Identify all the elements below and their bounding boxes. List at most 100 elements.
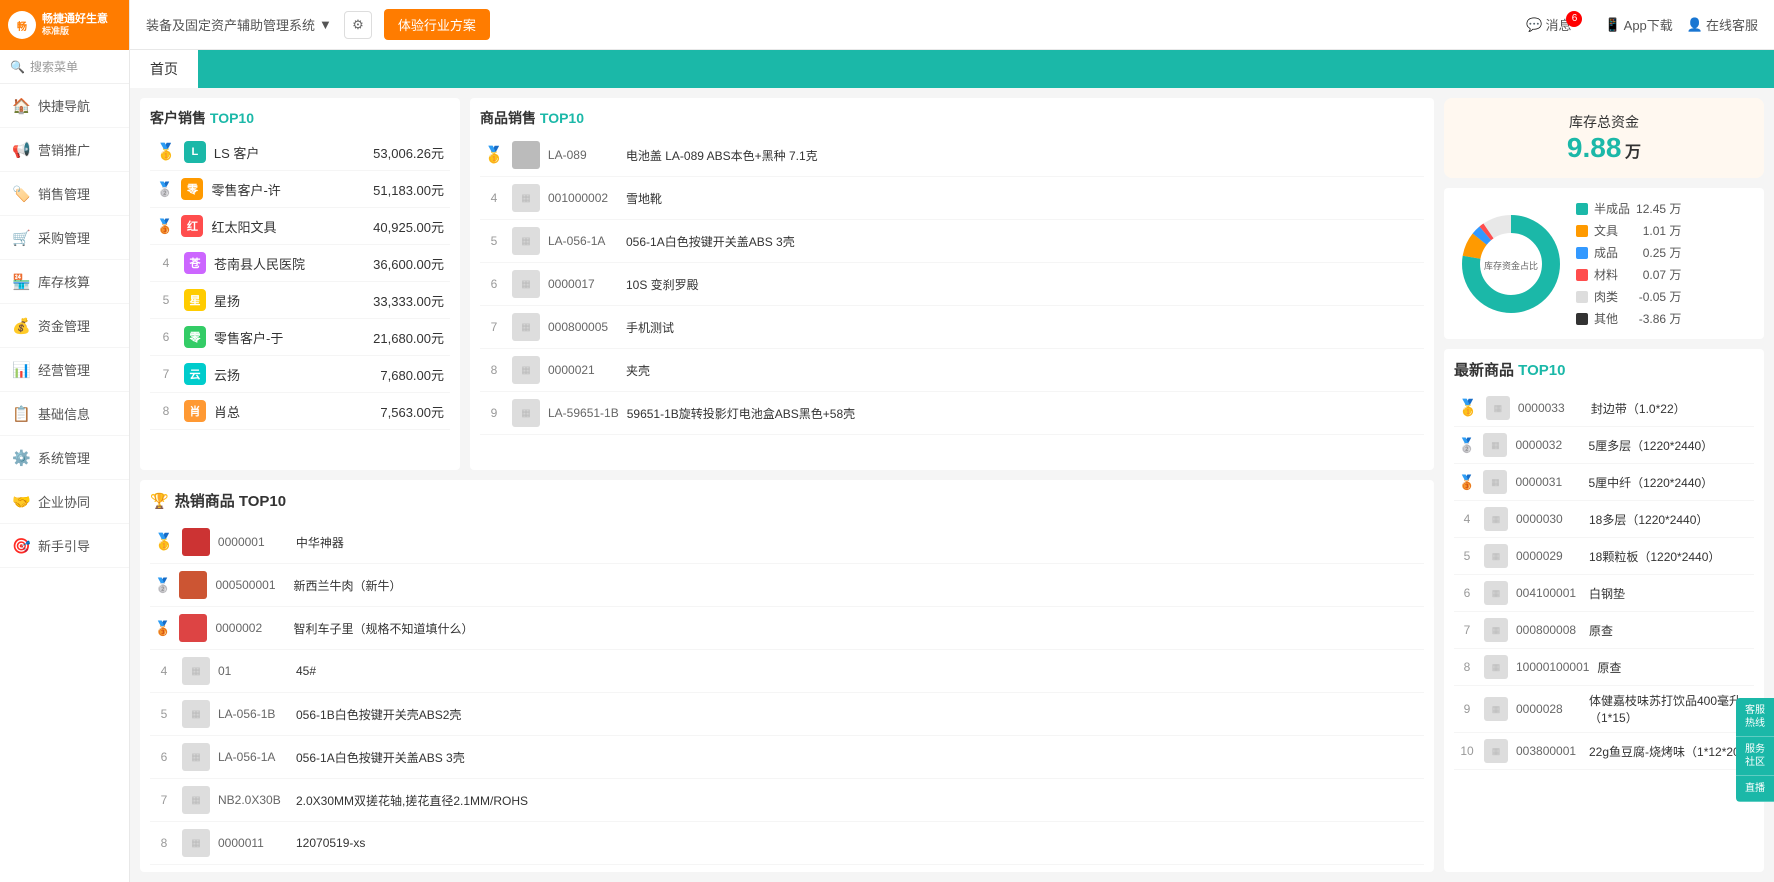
new-product-img-4: ▦ bbox=[1484, 507, 1508, 531]
rank-num: 4 bbox=[484, 191, 504, 205]
new-product-code-10: 003800001 bbox=[1516, 744, 1581, 758]
sidebar-item-purchase[interactable]: 🛒 采购管理 bbox=[0, 216, 129, 260]
tab-home[interactable]: 首页 bbox=[130, 50, 198, 88]
product-img-3: ▦ bbox=[512, 227, 540, 255]
settings-button[interactable]: ⚙ bbox=[344, 11, 372, 39]
purchase-icon: 🛒 bbox=[12, 229, 30, 247]
hot-medal-3: 🥉 bbox=[154, 620, 171, 637]
hot-medal-2: 🥈 bbox=[154, 577, 171, 594]
hot-product-row-1: 🥇 0000001 中华神器 bbox=[150, 521, 1424, 564]
legend-value-finished: 0.25 万 bbox=[1643, 244, 1682, 261]
product-img-5: ▦ bbox=[512, 313, 540, 341]
hot-products-title-text: 热销商品 TOP10 bbox=[175, 490, 286, 511]
sidebar-item-guide[interactable]: 🎯 新手引导 bbox=[0, 524, 129, 568]
new-product-name-6: 白钢垫 bbox=[1589, 585, 1750, 602]
donut-chart: 库存资金占比 bbox=[1456, 209, 1566, 319]
new-rank-4: 4 bbox=[1458, 512, 1476, 526]
product-placeholder-icon: ▦ bbox=[191, 752, 200, 763]
online-service-nav[interactable]: 👤 在线客服 bbox=[1687, 15, 1758, 34]
legend-item-semifinished: 半成品 12.45 万 bbox=[1576, 200, 1681, 217]
hot-product-img-2 bbox=[179, 571, 207, 599]
rank-value-8: 7,563.00元 bbox=[380, 402, 444, 421]
sidebar-item-sales[interactable]: 🏷️ 销售管理 bbox=[0, 172, 129, 216]
sidebar-item-label: 系统管理 bbox=[38, 448, 90, 467]
new-product-code-8: 10000100001 bbox=[1516, 660, 1589, 674]
legend-value-meat: -0.05 万 bbox=[1639, 288, 1682, 305]
new-product-code-7: 000800008 bbox=[1516, 623, 1581, 637]
img-placeholder-icon: ▦ bbox=[1492, 625, 1501, 636]
product-placeholder-icon: ▦ bbox=[521, 408, 530, 419]
sidebar-item-inventory[interactable]: 🏪 库存核算 bbox=[0, 260, 129, 304]
sidebar-item-quick[interactable]: 🏠 快捷导航 bbox=[0, 84, 129, 128]
sidebar-item-label: 资金管理 bbox=[38, 316, 90, 335]
top-product-right-row-4: 6 ▦ 0000017 10S 变刹罗殿 bbox=[480, 263, 1424, 306]
new-product-code-2: 0000032 bbox=[1515, 438, 1580, 452]
rank-num-5: 5 bbox=[156, 293, 176, 307]
top-product-right-row-3: 5 ▦ LA-056-1A 056-1A白色按键开关盖ABS 3壳 bbox=[480, 220, 1424, 263]
service-label: 在线客服 bbox=[1706, 15, 1758, 34]
rank-badge-7: 云 bbox=[184, 363, 206, 385]
hot-product-code-3: 0000002 bbox=[215, 621, 285, 635]
stock-legend: 半成品 12.45 万 文具 1.01 万 成品 0.25 万 bbox=[1576, 200, 1681, 327]
img-placeholder-icon: ▦ bbox=[1492, 588, 1501, 599]
product-placeholder-icon: ▦ bbox=[191, 666, 200, 677]
rank-badge-5: 星 bbox=[184, 289, 206, 311]
hot-product-row-8: 8 ▦ 0000011 12070519-xs bbox=[150, 822, 1424, 865]
sales-ranking-title: 客户销售 TOP10 bbox=[150, 108, 450, 128]
sidebar-item-marketing[interactable]: 📢 营销推广 bbox=[0, 128, 129, 172]
rank-badge-8: 肖 bbox=[184, 400, 206, 422]
new-medal-1: 🥇 bbox=[1458, 398, 1478, 418]
rank-name-1: LS 客户 bbox=[214, 143, 365, 162]
logo-icon: 畅 bbox=[8, 11, 36, 39]
cs-hotline[interactable]: 客服 热线 bbox=[1736, 698, 1774, 737]
rank-badge-2: 零 bbox=[181, 178, 203, 200]
product-code-1: LA-089 bbox=[548, 148, 618, 162]
rank-row-5: 5 星 星扬 33,333.00元 bbox=[150, 282, 450, 319]
legend-item-other: 其他 -3.86 万 bbox=[1576, 310, 1681, 327]
sidebar-item-collab[interactable]: 🤝 企业协同 bbox=[0, 480, 129, 524]
new-product-code-3: 0000031 bbox=[1515, 475, 1580, 489]
sidebar-item-label: 营销推广 bbox=[38, 140, 90, 159]
new-product-code-1: 0000033 bbox=[1518, 401, 1583, 415]
hot-product-img-6: ▦ bbox=[182, 743, 210, 771]
new-product-row-2: 🥈 ▦ 0000032 5厘多层（1220*2440） bbox=[1454, 427, 1754, 464]
message-nav[interactable]: 💬 消息 6 bbox=[1526, 15, 1590, 34]
sidebar-item-label: 经营管理 bbox=[38, 360, 90, 379]
product-placeholder-icon: ▦ bbox=[521, 150, 530, 161]
new-product-row-7: 7 ▦ 000800008 原查 bbox=[1454, 612, 1754, 649]
app-download-nav[interactable]: 📱 App下载 bbox=[1604, 15, 1672, 34]
hot-product-row-5: 5 ▦ LA-056-1B 056-1B白色按键开关壳ABS2壳 bbox=[150, 693, 1424, 736]
product-placeholder-icon: ▦ bbox=[521, 193, 530, 204]
sidebar-item-operations[interactable]: 📊 经营管理 bbox=[0, 348, 129, 392]
cs-community-label2: 社区 bbox=[1740, 756, 1770, 769]
img-placeholder-icon: ▦ bbox=[1492, 662, 1501, 673]
new-products-title: 最新商品 TOP10 bbox=[1454, 359, 1754, 380]
trial-button[interactable]: 体验行业方案 bbox=[384, 9, 490, 40]
sidebar-item-finance[interactable]: 💰 资金管理 bbox=[0, 304, 129, 348]
legend-label-meat: 肉类 bbox=[1594, 288, 1618, 305]
sidebar-item-basics[interactable]: 📋 基础信息 bbox=[0, 392, 129, 436]
product-placeholder-icon: ▦ bbox=[521, 236, 530, 247]
hot-product-img-8: ▦ bbox=[182, 829, 210, 857]
sidebar-item-system[interactable]: ⚙️ 系统管理 bbox=[0, 436, 129, 480]
product-placeholder-icon: ▦ bbox=[521, 365, 530, 376]
product-code-4: 0000017 bbox=[548, 277, 618, 291]
hot-product-row-6: 6 ▦ LA-056-1A 056-1A白色按键开关盖ABS 3壳 bbox=[150, 736, 1424, 779]
top-products-right-panel: 商品销售 TOP10 🥇 ▦ LA-089 电池盖 LA-089 ABS本色+黑… bbox=[470, 98, 1434, 470]
hot-medal-icon: 🏆 bbox=[150, 492, 169, 510]
rank-row-4: 4 苍 苍南县人民医院 36,600.00元 bbox=[150, 245, 450, 282]
legend-item-material: 材料 0.07 万 bbox=[1576, 266, 1681, 283]
finance-icon: 💰 bbox=[12, 317, 30, 335]
cs-float: 客服 热线 服务 社区 直播 bbox=[1736, 698, 1774, 802]
sidebar-item-label: 新手引导 bbox=[38, 536, 90, 555]
cs-live[interactable]: 直播 bbox=[1736, 776, 1774, 802]
top-product-right-row-2: 4 ▦ 001000002 雪地靴 bbox=[480, 177, 1424, 220]
search-menu[interactable]: 🔍 搜索菜单 bbox=[0, 50, 129, 84]
hot-product-row-9: 9 ▦ KK-SD22110H 花语萌恒温分腿睡袋（厚款） bbox=[150, 865, 1424, 872]
img-placeholder-icon: ▦ bbox=[1491, 440, 1500, 451]
stock-chart-panel: 库存资金占比 半成品 12.45 万 文具 1.01 万 bbox=[1444, 188, 1764, 339]
product-placeholder-icon: ▦ bbox=[191, 709, 200, 720]
product-img-6: ▦ bbox=[512, 356, 540, 384]
cs-community[interactable]: 服务 社区 bbox=[1736, 737, 1774, 776]
system-title-dropdown[interactable]: 装备及固定资产辅助管理系统 ▼ bbox=[146, 15, 332, 34]
